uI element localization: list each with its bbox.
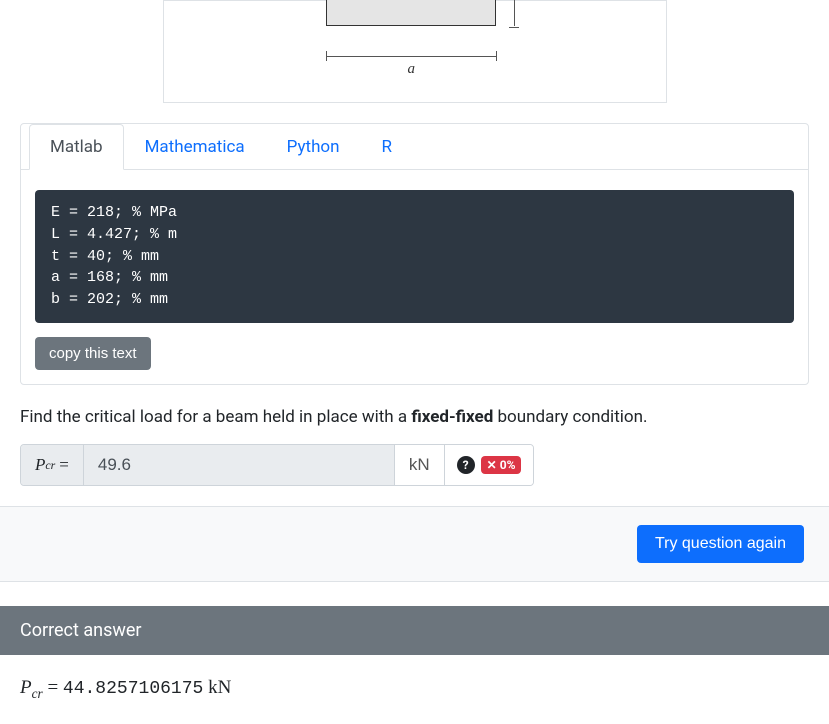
tab-matlab[interactable]: Matlab: [29, 124, 124, 170]
question-bold: fixed-fixed: [411, 407, 493, 427]
code-card: Matlab Mathematica Python R E = 218; % M…: [20, 123, 809, 385]
code-block: E = 218; % MPa L = 4.427; % m t = 40; % …: [35, 190, 794, 323]
correct-answer-body: Pcr = 44.8257106175 kN: [0, 655, 829, 724]
copy-button[interactable]: copy this text: [35, 337, 151, 370]
question-prefix: Find the critical load for a beam held i…: [20, 407, 411, 427]
answer-input[interactable]: [84, 445, 394, 485]
dimension-tick: [509, 27, 519, 28]
dimension-label-a: a: [408, 61, 416, 78]
status-addon: ? ✕ 0%: [445, 445, 534, 485]
language-tabs: Matlab Mathematica Python R: [21, 124, 808, 170]
tab-r[interactable]: R: [361, 124, 413, 170]
tab-mathematica[interactable]: Mathematica: [124, 124, 266, 170]
outer-rect: [326, 0, 496, 26]
try-again-button[interactable]: Try question again: [637, 525, 804, 563]
right-dimension-line: [514, 0, 515, 26]
help-icon[interactable]: ?: [457, 456, 475, 474]
dimension-tick: [496, 51, 497, 61]
tab-python[interactable]: Python: [266, 124, 361, 170]
bottom-dimension-line: [326, 56, 496, 57]
correct-answer-header: Correct answer: [0, 606, 829, 655]
answer-input-group: Pcr = kN ? ✕ 0%: [20, 444, 534, 486]
dimension-tick: [326, 51, 327, 61]
score-badge: ✕ 0%: [481, 456, 522, 474]
unit-label: kN: [394, 445, 445, 485]
question-suffix: boundary condition.: [493, 407, 647, 427]
question-text: Find the critical load for a beam held i…: [20, 405, 809, 431]
footer-bar: Try question again: [0, 506, 829, 582]
answer-label: Pcr =: [21, 445, 84, 485]
beam-diagram: a: [163, 0, 667, 103]
